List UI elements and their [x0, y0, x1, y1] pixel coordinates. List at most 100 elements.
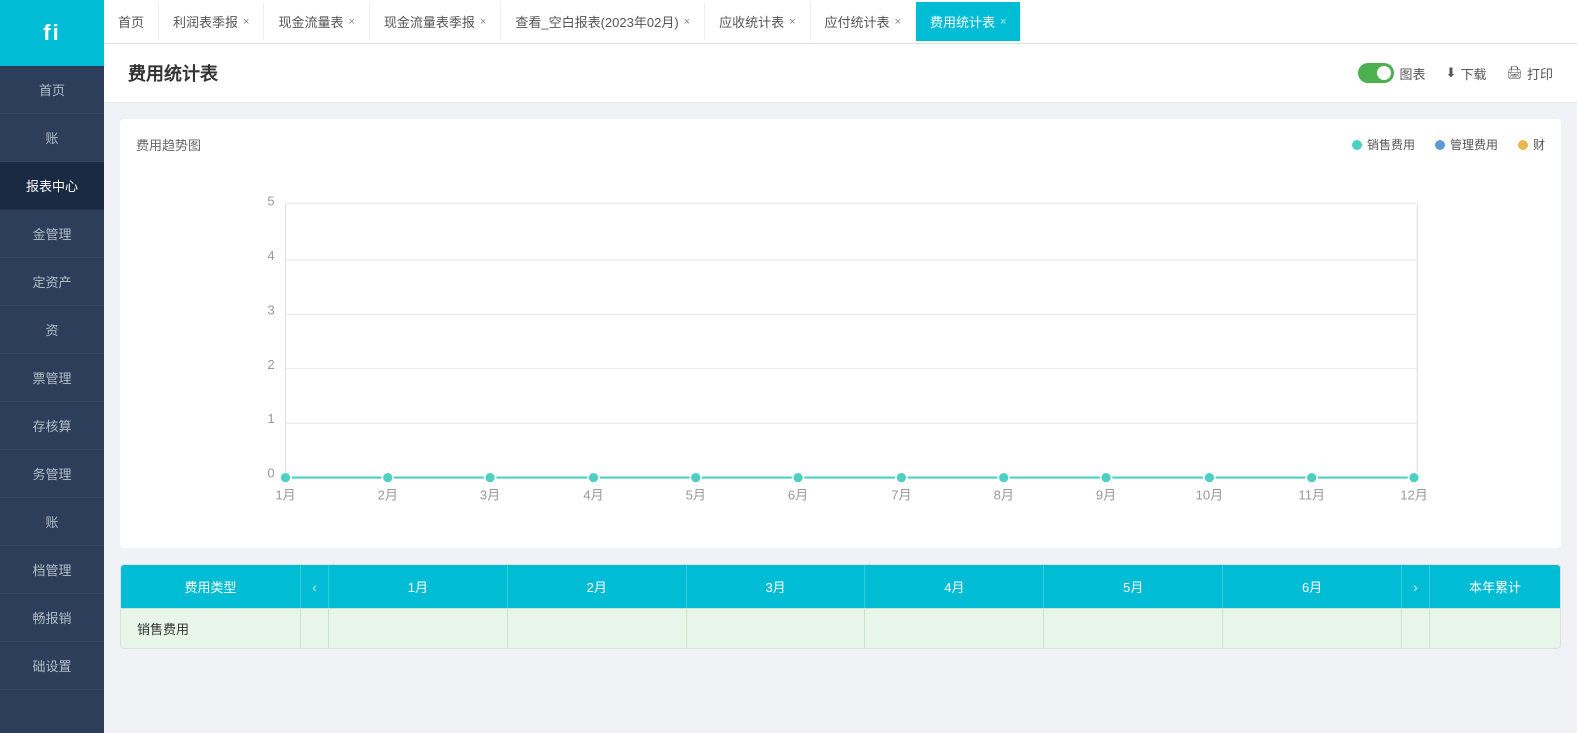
print-button[interactable]: 🖨 打印	[1506, 64, 1553, 83]
svg-text:7月: 7月	[891, 487, 911, 502]
td-m6	[1223, 609, 1402, 648]
th-month-4: 4月	[865, 565, 1044, 608]
tab-home-label: 首页	[118, 12, 144, 31]
th-nav-next[interactable]: ›	[1402, 565, 1430, 608]
svg-text:3: 3	[267, 302, 274, 317]
close-icon[interactable]: ×	[348, 16, 354, 28]
legend-dot-finance	[1518, 140, 1528, 150]
tab-profit-label: 利润表季报	[173, 12, 238, 31]
chart-toggle-wrap: 图表	[1358, 63, 1426, 83]
table-header: 费用类型 ‹ 1月 2月 3月 4月 5月 6月 › 本年累计	[121, 565, 1560, 608]
legend-sales-label: 销售费用	[1367, 136, 1415, 153]
print-label: 打印	[1527, 64, 1553, 83]
legend-dot-mgmt	[1435, 140, 1445, 150]
legend-dot-sales	[1352, 140, 1362, 150]
next-arrow-icon[interactable]: ›	[1413, 579, 1418, 595]
svg-text:10月: 10月	[1196, 487, 1224, 502]
tab-blank-report-label: 查看_空白报表(2023年02月)	[515, 12, 678, 31]
sidebar-item-reports[interactable]: 报表中心	[0, 162, 104, 210]
th-month-3: 3月	[687, 565, 866, 608]
close-icon[interactable]: ×	[1000, 16, 1006, 28]
svg-text:6月: 6月	[788, 487, 808, 502]
tab-cashflow-q-label: 现金流量表季报	[384, 12, 475, 31]
download-label: 下载	[1460, 64, 1486, 83]
td-spacer-prev	[301, 609, 329, 648]
legend-sales: 销售费用	[1352, 136, 1415, 153]
sidebar-item-archive[interactable]: 档管理	[0, 546, 104, 594]
sidebar-item-settings[interactable]: 础设置	[0, 642, 104, 690]
th-type: 费用类型	[121, 565, 301, 608]
chart-title: 费用趋势图	[136, 135, 201, 154]
sidebar-item-funds[interactable]: 金管理	[0, 210, 104, 258]
svg-text:2: 2	[267, 357, 274, 372]
close-icon[interactable]: ×	[789, 16, 795, 28]
toggle-label: 图表	[1400, 64, 1426, 83]
chart-section: 费用趋势图 销售费用 管理费用 财	[120, 119, 1561, 548]
close-icon[interactable]: ×	[684, 16, 690, 28]
td-total	[1430, 609, 1560, 648]
download-button[interactable]: ⬇ 下载	[1446, 64, 1487, 83]
sidebar-item-services[interactable]: 务管理	[0, 450, 104, 498]
tab-profit[interactable]: 利润表季报 ×	[159, 2, 264, 41]
header-actions: 图表 ⬇ 下载 🖨 打印	[1358, 63, 1553, 83]
legend-finance-label: 财	[1533, 136, 1545, 153]
svg-text:4: 4	[267, 248, 274, 263]
th-nav-prev[interactable]: ‹	[301, 565, 329, 608]
tab-payable[interactable]: 应付统计表 ×	[811, 2, 916, 41]
svg-text:11月: 11月	[1298, 487, 1325, 502]
line-chart: 0 1 2 3 4 5	[136, 162, 1545, 532]
tab-cashflow[interactable]: 现金流量表 ×	[264, 2, 369, 41]
sidebar-item-ledger[interactable]: 账	[0, 498, 104, 546]
sidebar-item-accounts[interactable]: 账	[0, 114, 104, 162]
close-icon[interactable]: ×	[480, 16, 486, 28]
svg-text:1月: 1月	[275, 487, 295, 502]
tab-bar: 首页 利润表季报 × 现金流量表 × 现金流量表季报 × 查看_空白报表(202…	[104, 0, 1577, 44]
sidebar-item-inventory[interactable]: 存核算	[0, 402, 104, 450]
tab-payable-label: 应付统计表	[825, 12, 890, 31]
th-month-2: 2月	[508, 565, 687, 608]
sidebar-item-tickets[interactable]: 票管理	[0, 354, 104, 402]
tab-expense[interactable]: 费用统计表 ×	[916, 2, 1021, 41]
chart-container: 0 1 2 3 4 5	[136, 162, 1545, 532]
svg-text:12月: 12月	[1400, 487, 1428, 502]
page-content: 费用统计表 图表 ⬇ 下载 🖨 打印 费用趋势图	[104, 44, 1577, 733]
legend-finance: 财	[1518, 136, 1545, 153]
close-icon[interactable]: ×	[895, 16, 901, 28]
sidebar: fi 首页 账 报表中心 金管理 定资产 资 票管理 存核算 务管理 账 档管理…	[0, 0, 104, 733]
td-type: 销售费用	[121, 609, 301, 648]
tab-cashflow-label: 现金流量表	[278, 12, 343, 31]
svg-text:2月: 2月	[378, 487, 398, 502]
tab-cashflow-q[interactable]: 现金流量表季报 ×	[370, 2, 501, 41]
tab-blank-report[interactable]: 查看_空白报表(2023年02月) ×	[501, 2, 705, 41]
sidebar-item-assets[interactable]: 定资产	[0, 258, 104, 306]
sidebar-item-clearance[interactable]: 畅报销	[0, 594, 104, 642]
close-icon[interactable]: ×	[243, 16, 249, 28]
sidebar-item-investment[interactable]: 资	[0, 306, 104, 354]
svg-text:0: 0	[267, 466, 274, 481]
svg-text:3月: 3月	[480, 487, 500, 502]
th-month-6: 6月	[1223, 565, 1402, 608]
svg-text:1: 1	[267, 411, 274, 426]
legend-mgmt-label: 管理费用	[1450, 136, 1498, 153]
tab-expense-label: 费用统计表	[930, 12, 995, 31]
chart-toggle[interactable]	[1358, 63, 1394, 83]
expense-table: 费用类型 ‹ 1月 2月 3月 4月 5月 6月 › 本年累计 销售费用	[120, 564, 1561, 649]
th-type-label: 费用类型	[184, 577, 236, 596]
download-icon: ⬇	[1446, 65, 1457, 81]
main-area: 首页 利润表季报 × 现金流量表 × 现金流量表季报 × 查看_空白报表(202…	[104, 0, 1577, 733]
tab-receivable-label: 应收统计表	[719, 12, 784, 31]
td-spacer-next	[1402, 609, 1430, 648]
tab-home[interactable]: 首页	[104, 2, 159, 41]
page-title: 费用统计表	[128, 60, 218, 86]
tab-receivable[interactable]: 应收统计表 ×	[705, 2, 810, 41]
page-header: 费用统计表 图表 ⬇ 下载 🖨 打印	[104, 44, 1577, 103]
prev-arrow-icon[interactable]: ‹	[312, 579, 317, 595]
svg-text:5月: 5月	[686, 487, 706, 502]
sidebar-item-home[interactable]: 首页	[0, 66, 104, 114]
th-total: 本年累计	[1430, 565, 1560, 608]
td-m3	[687, 609, 866, 648]
table-row: 销售费用	[121, 608, 1560, 648]
td-m2	[508, 609, 687, 648]
svg-text:8月: 8月	[994, 487, 1014, 502]
legend-mgmt: 管理费用	[1435, 136, 1498, 153]
